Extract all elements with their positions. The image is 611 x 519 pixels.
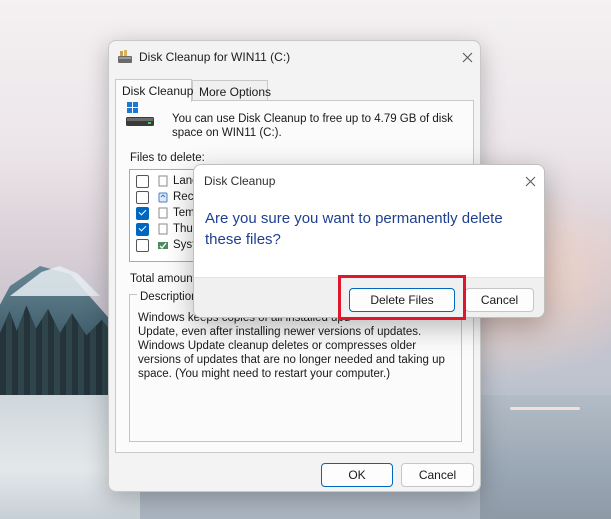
- system-icon: [158, 242, 168, 249]
- water-sparkle: [510, 407, 580, 410]
- tab-more-options[interactable]: More Options: [192, 80, 271, 102]
- document-icon: [158, 223, 168, 235]
- file-checkbox[interactable]: [136, 222, 149, 236]
- description-body: Update, even after installing newer vers…: [138, 326, 445, 380]
- description-text: Windows keeps copies of all installed up…: [138, 311, 456, 381]
- hard-drive-icon: [126, 102, 154, 126]
- close-icon: [525, 176, 535, 186]
- confirm-question: Are you sure you want to permanently del…: [205, 210, 503, 248]
- recycle-bin-icon: [158, 192, 168, 203]
- document-icon: [158, 175, 168, 187]
- document-icon: [158, 207, 168, 219]
- dialog-cancel-button[interactable]: Cancel: [465, 288, 534, 312]
- close-icon: [462, 52, 472, 62]
- file-checkbox[interactable]: [136, 174, 149, 188]
- file-checkbox[interactable]: [136, 206, 149, 220]
- dialog-footer: Delete Files Cancel: [194, 277, 544, 317]
- dialog-title: Disk Cleanup: [204, 174, 276, 188]
- window-title: Disk Cleanup for WIN11 (C:): [139, 50, 291, 64]
- files-to-delete-label: Files to delete:: [130, 152, 205, 164]
- description-label: Description: [137, 291, 201, 303]
- confirm-dialog: Disk Cleanup Are you sure you want to pe…: [193, 164, 545, 318]
- total-amount-label: Total amount: [130, 273, 196, 285]
- title-bar[interactable]: Disk Cleanup for WIN11 (C:): [109, 41, 480, 73]
- file-item-recycle-bin[interactable]: Recy: [136, 189, 199, 205]
- delete-files-button[interactable]: Delete Files: [349, 288, 455, 312]
- lake-water: [480, 395, 611, 519]
- ok-button[interactable]: OK: [321, 463, 393, 487]
- file-item-system[interactable]: Syste: [136, 237, 202, 253]
- file-item-temporary[interactable]: Temp: [136, 205, 201, 221]
- dialog-close-button[interactable]: [516, 169, 544, 193]
- window-close-button[interactable]: [453, 45, 480, 69]
- intro-text: You can use Disk Cleanup to free up to 4…: [172, 113, 453, 139]
- tab-disk-cleanup[interactable]: Disk Cleanup: [115, 79, 193, 102]
- file-checkbox[interactable]: [136, 190, 149, 204]
- disk-cleanup-icon: [118, 50, 132, 63]
- file-checkbox[interactable]: [136, 238, 149, 252]
- main-cancel-button[interactable]: Cancel: [401, 463, 474, 487]
